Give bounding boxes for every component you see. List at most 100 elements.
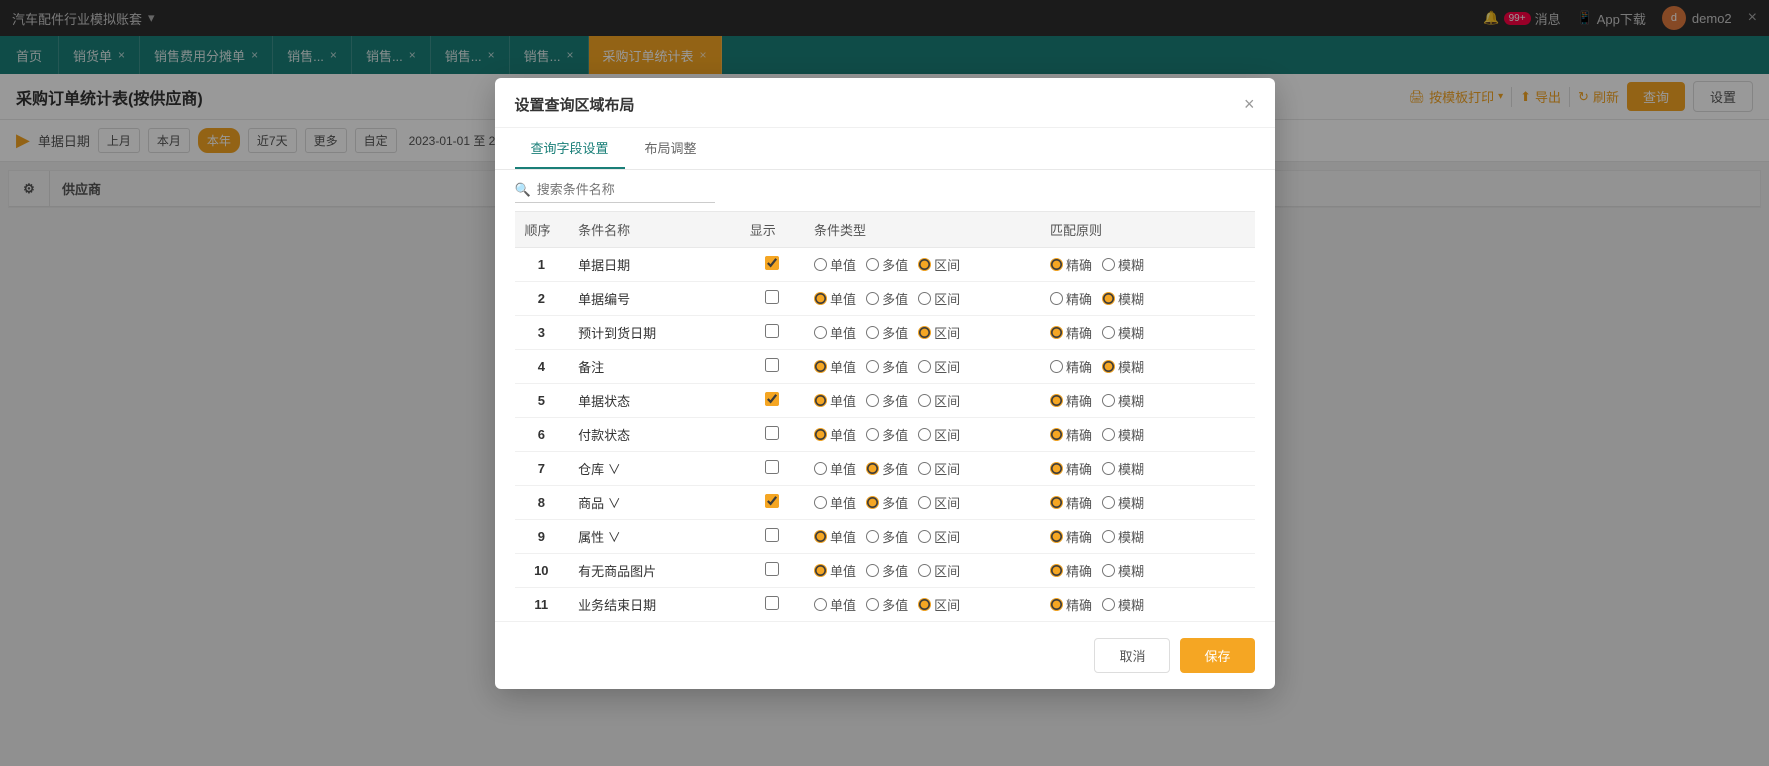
row-5-type-区间[interactable]: 区间 — [918, 425, 960, 444]
row-9-type-radio-区间[interactable] — [918, 564, 931, 577]
modal-tab-query-fields[interactable]: 查询字段设置 — [515, 128, 625, 169]
row-6-type-radio-单值[interactable] — [814, 462, 827, 475]
row-0-type-radio-多值[interactable] — [866, 258, 879, 271]
row-2-type-区间[interactable]: 区间 — [918, 323, 960, 342]
row-10-match-radio-精确[interactable] — [1050, 598, 1063, 611]
row-6-type-radio-区间[interactable] — [918, 462, 931, 475]
row-2-type-radio-区间[interactable] — [918, 326, 931, 339]
row-4-type-radio-区间[interactable] — [918, 394, 931, 407]
row-0-type-单值[interactable]: 单值 — [814, 255, 856, 274]
row-10-type-radio-多值[interactable] — [866, 598, 879, 611]
row-8-match-精确[interactable]: 精确 — [1050, 527, 1092, 546]
row-3-type-区间[interactable]: 区间 — [918, 357, 960, 376]
row-8-type-radio-单值[interactable] — [814, 530, 827, 543]
row-2-type-radio-多值[interactable] — [866, 326, 879, 339]
row-1-match-radio-模糊[interactable] — [1102, 292, 1115, 305]
row-1-type-多值[interactable]: 多值 — [866, 289, 908, 308]
row-5-type-radio-区间[interactable] — [918, 428, 931, 441]
row-0-type-radio-单值[interactable] — [814, 258, 827, 271]
row-3-match-模糊[interactable]: 模糊 — [1102, 357, 1144, 376]
row-8-match-radio-模糊[interactable] — [1102, 530, 1115, 543]
row-2-match-radio-模糊[interactable] — [1102, 326, 1115, 339]
row-1-type-radio-单值[interactable] — [814, 292, 827, 305]
row-9-type-多值[interactable]: 多值 — [866, 561, 908, 580]
row-1-show-checkbox[interactable] — [765, 290, 779, 304]
row-9-show-checkbox[interactable] — [765, 562, 779, 576]
row-8-type-区间[interactable]: 区间 — [918, 527, 960, 546]
row-10-match-radio-模糊[interactable] — [1102, 598, 1115, 611]
row-6-show-checkbox[interactable] — [765, 460, 779, 474]
row-2-type-radio-单值[interactable] — [814, 326, 827, 339]
row-7-show-checkbox[interactable] — [765, 494, 779, 508]
row-9-match-radio-精确[interactable] — [1050, 564, 1063, 577]
save-btn[interactable]: 保存 — [1180, 638, 1254, 673]
row-0-type-区间[interactable]: 区间 — [918, 255, 960, 274]
row-1-match-radio-精确[interactable] — [1050, 292, 1063, 305]
row-6-type-单值[interactable]: 单值 — [814, 459, 856, 478]
row-3-type-radio-单值[interactable] — [814, 360, 827, 373]
row-5-show-checkbox[interactable] — [765, 426, 779, 440]
row-2-type-单值[interactable]: 单值 — [814, 323, 856, 342]
row-5-match-精确[interactable]: 精确 — [1050, 425, 1092, 444]
row-3-type-radio-区间[interactable] — [918, 360, 931, 373]
row-9-type-radio-多值[interactable] — [866, 564, 879, 577]
modal-close-btn[interactable]: × — [1244, 95, 1255, 113]
row-9-match-精确[interactable]: 精确 — [1050, 561, 1092, 580]
row-6-type-多值[interactable]: 多值 — [866, 459, 908, 478]
row-5-match-radio-精确[interactable] — [1050, 428, 1063, 441]
row-7-type-区间[interactable]: 区间 — [918, 493, 960, 512]
row-8-match-模糊[interactable]: 模糊 — [1102, 527, 1144, 546]
row-0-show-checkbox[interactable] — [765, 256, 779, 270]
search-input[interactable] — [537, 182, 715, 197]
row-6-match-radio-精确[interactable] — [1050, 462, 1063, 475]
row-2-match-模糊[interactable]: 模糊 — [1102, 323, 1144, 342]
row-4-match-模糊[interactable]: 模糊 — [1102, 391, 1144, 410]
row-10-match-精确[interactable]: 精确 — [1050, 595, 1092, 614]
modal-tab-layout[interactable]: 布局调整 — [629, 128, 713, 169]
row-6-match-精确[interactable]: 精确 — [1050, 459, 1092, 478]
row-3-match-精确[interactable]: 精确 — [1050, 357, 1092, 376]
row-5-type-单值[interactable]: 单值 — [814, 425, 856, 444]
row-5-type-多值[interactable]: 多值 — [866, 425, 908, 444]
row-7-type-radio-区间[interactable] — [918, 496, 931, 509]
row-1-match-模糊[interactable]: 模糊 — [1102, 289, 1144, 308]
row-8-type-radio-多值[interactable] — [866, 530, 879, 543]
row-2-show-checkbox[interactable] — [765, 324, 779, 338]
row-10-show-checkbox[interactable] — [765, 596, 779, 610]
row-8-type-多值[interactable]: 多值 — [866, 527, 908, 546]
row-3-type-radio-多值[interactable] — [866, 360, 879, 373]
row-4-type-radio-多值[interactable] — [866, 394, 879, 407]
row-7-type-radio-单值[interactable] — [814, 496, 827, 509]
row-2-type-多值[interactable]: 多值 — [866, 323, 908, 342]
row-2-match-精确[interactable]: 精确 — [1050, 323, 1092, 342]
row-6-match-radio-模糊[interactable] — [1102, 462, 1115, 475]
row-3-show-checkbox[interactable] — [765, 358, 779, 372]
row-4-type-多值[interactable]: 多值 — [866, 391, 908, 410]
row-9-type-radio-单值[interactable] — [814, 564, 827, 577]
row-1-type-单值[interactable]: 单值 — [814, 289, 856, 308]
row-3-match-radio-精确[interactable] — [1050, 360, 1063, 373]
row-5-type-radio-单值[interactable] — [814, 428, 827, 441]
row-10-type-radio-单值[interactable] — [814, 598, 827, 611]
row-0-match-radio-模糊[interactable] — [1102, 258, 1115, 271]
row-2-match-radio-精确[interactable] — [1050, 326, 1063, 339]
row-7-match-精确[interactable]: 精确 — [1050, 493, 1092, 512]
row-3-type-多值[interactable]: 多值 — [866, 357, 908, 376]
row-9-match-radio-模糊[interactable] — [1102, 564, 1115, 577]
row-10-type-多值[interactable]: 多值 — [866, 595, 908, 614]
row-0-match-radio-精确[interactable] — [1050, 258, 1063, 271]
row-0-match-模糊[interactable]: 模糊 — [1102, 255, 1144, 274]
cancel-btn[interactable]: 取消 — [1094, 638, 1170, 673]
row-9-match-模糊[interactable]: 模糊 — [1102, 561, 1144, 580]
row-7-match-radio-精确[interactable] — [1050, 496, 1063, 509]
row-8-type-radio-区间[interactable] — [918, 530, 931, 543]
row-8-match-radio-精确[interactable] — [1050, 530, 1063, 543]
row-10-type-radio-区间[interactable] — [918, 598, 931, 611]
row-1-match-精确[interactable]: 精确 — [1050, 289, 1092, 308]
row-4-match-radio-模糊[interactable] — [1102, 394, 1115, 407]
row-5-type-radio-多值[interactable] — [866, 428, 879, 441]
row-0-type-多值[interactable]: 多值 — [866, 255, 908, 274]
row-7-match-radio-模糊[interactable] — [1102, 496, 1115, 509]
row-6-type-radio-多值[interactable] — [866, 462, 879, 475]
row-7-match-模糊[interactable]: 模糊 — [1102, 493, 1144, 512]
